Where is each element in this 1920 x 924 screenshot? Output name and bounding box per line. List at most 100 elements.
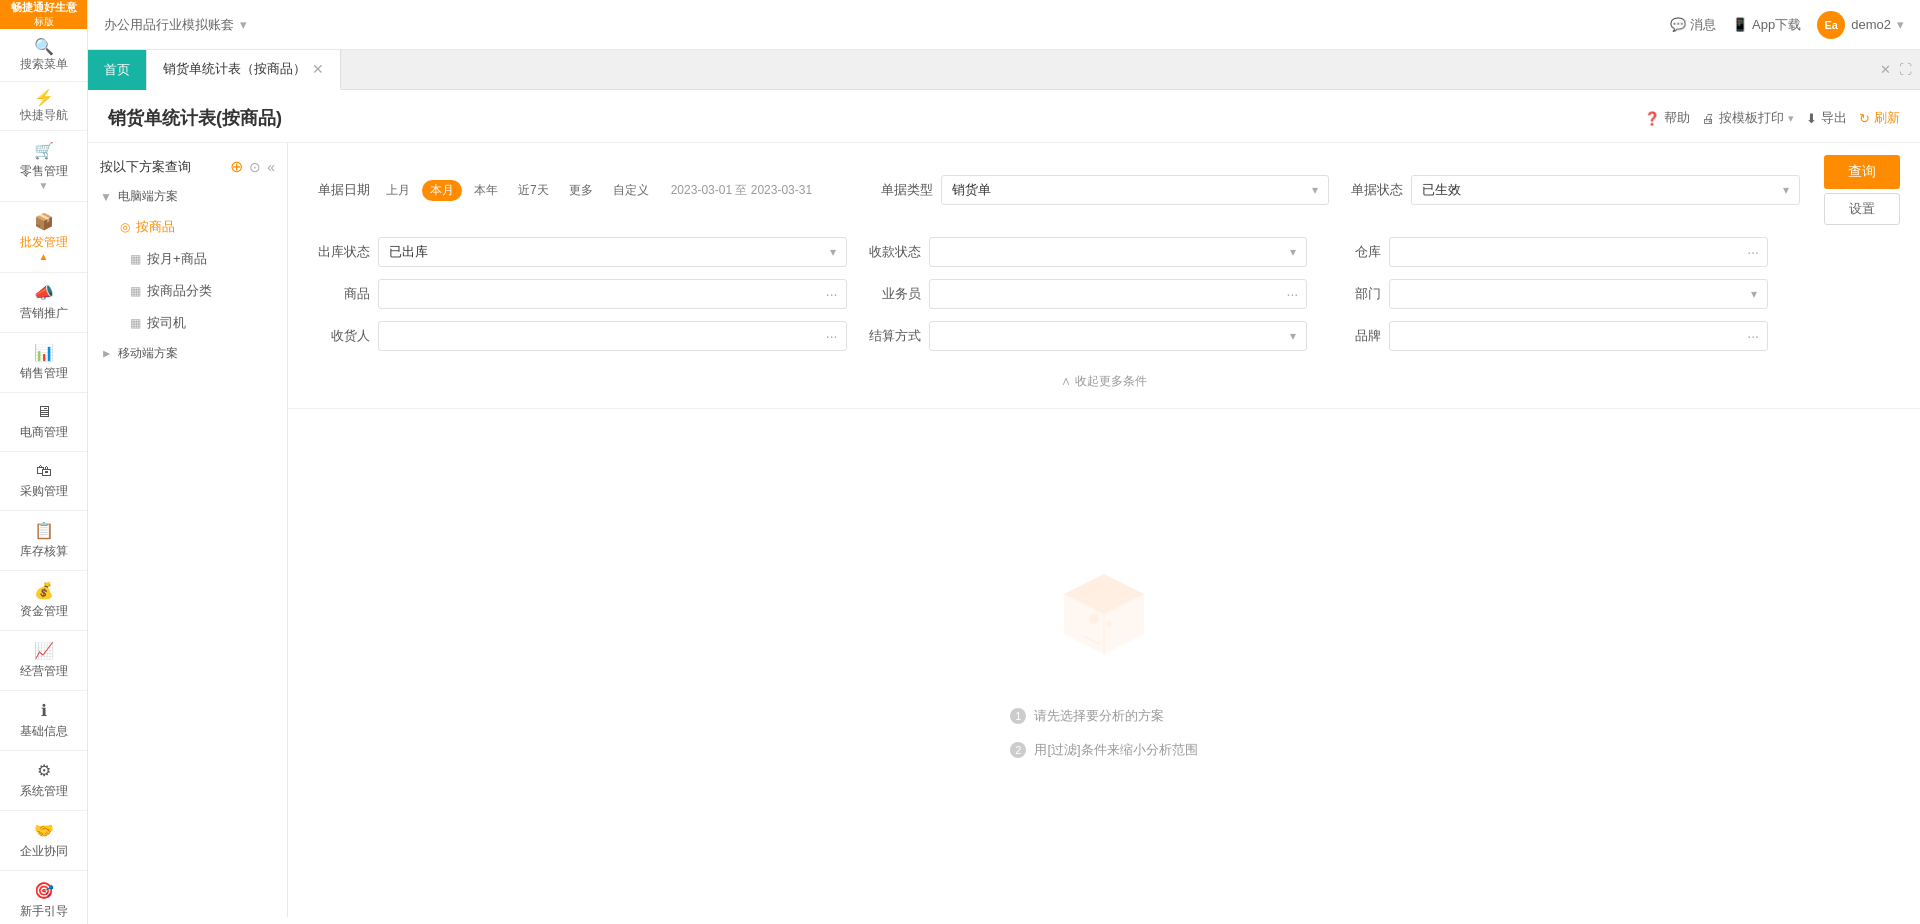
- date-tab-custom[interactable]: 自定义: [605, 180, 657, 201]
- scheme-panel: 按以下方案查询 ⊕ ⊙ « ▼ 电脑端方案 ◎ 按商品: [88, 143, 288, 917]
- out-status-value: 已出库: [389, 243, 428, 261]
- filter-group-payment: 结算方式 ▾: [859, 321, 1308, 351]
- sidebar-item-quick-nav[interactable]: ⚡ 快捷导航: [0, 82, 87, 131]
- scheme-section-desktop-header[interactable]: ▼ 电脑端方案: [88, 182, 287, 211]
- sidebar-item-retail[interactable]: 🛒 零售管理 ▼: [0, 131, 87, 202]
- salesperson-dots-icon[interactable]: ···: [1287, 286, 1299, 302]
- department-select[interactable]: ▾: [1389, 279, 1768, 309]
- payment-dropdown-icon: ▾: [1290, 329, 1296, 343]
- collapse-scheme-icon[interactable]: «: [267, 159, 275, 175]
- filter-group-brand: 品牌 ···: [1319, 321, 1768, 351]
- export-button[interactable]: ⬇ 导出: [1806, 109, 1847, 127]
- salesperson-input[interactable]: ···: [929, 279, 1308, 309]
- refresh-button[interactable]: ↻ 刷新: [1859, 109, 1900, 127]
- filter-group-out-status: 出库状态 已出库 ▾: [308, 237, 847, 267]
- scheme-panel-actions: ⊕ ⊙ «: [230, 157, 275, 176]
- edit-scheme-icon[interactable]: ⊙: [249, 159, 261, 175]
- type-filter-select[interactable]: 销货单 ▾: [941, 175, 1330, 205]
- user-menu[interactable]: Ea demo2 ▾: [1817, 11, 1904, 39]
- sidebar-item-ecommerce[interactable]: 🖥 电商管理: [0, 393, 87, 452]
- warehouse-dots-icon[interactable]: ···: [1747, 244, 1759, 260]
- payment-select[interactable]: ▾: [929, 321, 1308, 351]
- svg-point-4: [1106, 621, 1112, 627]
- date-range-text: 2023-03-01 至 2023-03-31: [671, 182, 812, 199]
- collapse-more-button[interactable]: ∧ 收起更多条件: [308, 363, 1900, 400]
- sidebar-search-label: 搜索菜单: [6, 56, 81, 73]
- help-icon: ❓: [1644, 111, 1660, 126]
- payment-label: 结算方式: [859, 327, 929, 345]
- department-label: 部门: [1319, 285, 1389, 303]
- date-tab-this-month[interactable]: 本月: [422, 180, 462, 201]
- topbar-actions: 💬 消息 📱 App下载 Ea demo2 ▾: [1670, 11, 1904, 39]
- tab-close-icon[interactable]: ✕: [312, 61, 324, 77]
- empty-tip-2: 2 用[过滤]条件来缩小分析范围: [1010, 737, 1197, 763]
- sidebar-item-marketing[interactable]: 📣 营销推广: [0, 273, 87, 333]
- warehouse-input[interactable]: ···: [1389, 237, 1768, 267]
- app-download-button[interactable]: 📱 App下载: [1732, 16, 1801, 34]
- date-tab-this-year[interactable]: 本年: [466, 180, 506, 201]
- sidebar-item-search[interactable]: 🔍 搜索菜单: [0, 29, 87, 82]
- product-label: 商品: [308, 285, 378, 303]
- export-icon: ⬇: [1806, 111, 1817, 126]
- scheme-item-by-cashier[interactable]: ▦ 按司机: [88, 307, 287, 339]
- query-button[interactable]: 查询: [1824, 155, 1900, 189]
- empty-tip-2-text: 用[过滤]条件来缩小分析范围: [1034, 737, 1197, 763]
- collection-dropdown-icon: ▾: [1290, 245, 1296, 259]
- brand-input[interactable]: ···: [1389, 321, 1768, 351]
- scheme-item-by-month-product[interactable]: ▦ 按月+商品: [88, 243, 287, 275]
- sidebar-purchase-label: 采购管理: [20, 483, 68, 500]
- status-filter-select[interactable]: 已生效 ▾: [1411, 175, 1800, 205]
- sidebar-item-wholesale[interactable]: 📦 批发管理 ▲: [0, 202, 87, 273]
- type-filter-value: 销货单: [952, 181, 991, 199]
- sidebar-item-enterprise[interactable]: 🤝 企业协同: [0, 811, 87, 871]
- setting-button[interactable]: 设置: [1824, 193, 1900, 225]
- sidebar-item-basic[interactable]: ℹ 基础信息: [0, 691, 87, 751]
- sidebar-sales-label: 销售管理: [20, 365, 68, 382]
- tab-home-label: 首页: [104, 61, 130, 79]
- brand-dots-icon[interactable]: ···: [1747, 328, 1759, 344]
- out-status-select[interactable]: 已出库 ▾: [378, 237, 847, 267]
- add-scheme-icon[interactable]: ⊕: [230, 157, 243, 176]
- print-icon: 🖨: [1702, 111, 1715, 126]
- sidebar-item-purchase[interactable]: 🛍 采购管理: [0, 452, 87, 511]
- recipient-dots-icon[interactable]: ···: [826, 328, 838, 344]
- avatar: Ea: [1817, 11, 1845, 39]
- close-window-icon[interactable]: ✕: [1880, 62, 1891, 77]
- sidebar-item-newguide[interactable]: 🎯 新手引导: [0, 871, 87, 924]
- empty-tips: 1 请先选择要分析的方案 2 用[过滤]条件来缩小分析范围: [1010, 703, 1197, 763]
- user-dropdown-icon: ▾: [1897, 17, 1904, 32]
- app-download-label: App下载: [1752, 16, 1801, 34]
- date-tab-more[interactable]: 更多: [561, 180, 601, 201]
- salesperson-label: 业务员: [859, 285, 929, 303]
- sidebar-item-system[interactable]: ⚙ 系统管理: [0, 751, 87, 811]
- recipient-input[interactable]: ···: [378, 321, 847, 351]
- basic-icon: ℹ: [41, 701, 47, 720]
- scheme-panel-header: 按以下方案查询 ⊕ ⊙ «: [88, 151, 287, 182]
- industry-dropdown-icon[interactable]: ▾: [240, 17, 247, 32]
- tabbar: 首页 销货单统计表（按商品） ✕ ✕ ⛶: [88, 50, 1920, 90]
- collapse-more-icon: ∧: [1061, 374, 1071, 388]
- print-button[interactable]: 🖨 按模板打印 ▾: [1702, 109, 1794, 127]
- scheme-item-by-product[interactable]: ◎ 按商品: [88, 211, 287, 243]
- sidebar-system-label: 系统管理: [20, 783, 68, 800]
- date-tab-last-month[interactable]: 上月: [378, 180, 418, 201]
- maximize-window-icon[interactable]: ⛶: [1899, 62, 1912, 77]
- date-tab-7days[interactable]: 近7天: [510, 180, 557, 201]
- collection-select[interactable]: ▾: [929, 237, 1308, 267]
- page: 销货单统计表(按商品) ❓ 帮助 🖨 按模板打印 ▾ ⬇ 导出 ↻ 刷新: [88, 90, 1920, 924]
- sidebar-item-finance[interactable]: 💰 资金管理: [0, 571, 87, 631]
- product-dots-icon[interactable]: ···: [826, 286, 838, 302]
- sidebar-item-sales[interactable]: 📊 销售管理: [0, 333, 87, 393]
- product-input[interactable]: ···: [378, 279, 847, 309]
- tab-sales-stats[interactable]: 销货单统计表（按商品） ✕: [147, 50, 341, 90]
- scheme-section-mobile-header[interactable]: ▼ 移动端方案: [88, 339, 287, 368]
- status-dropdown-icon: ▾: [1783, 183, 1789, 197]
- tab-home[interactable]: 首页: [88, 50, 147, 90]
- logo-text: 畅捷通好生意: [11, 0, 77, 15]
- help-button[interactable]: ❓ 帮助: [1644, 109, 1690, 127]
- scheme-item-by-category[interactable]: ▦ 按商品分类: [88, 275, 287, 307]
- svg-point-3: [1089, 614, 1099, 624]
- sidebar-item-inventory[interactable]: 📋 库存核算: [0, 511, 87, 571]
- sidebar-item-operations[interactable]: 📈 经营管理: [0, 631, 87, 691]
- message-button[interactable]: 💬 消息: [1670, 16, 1716, 34]
